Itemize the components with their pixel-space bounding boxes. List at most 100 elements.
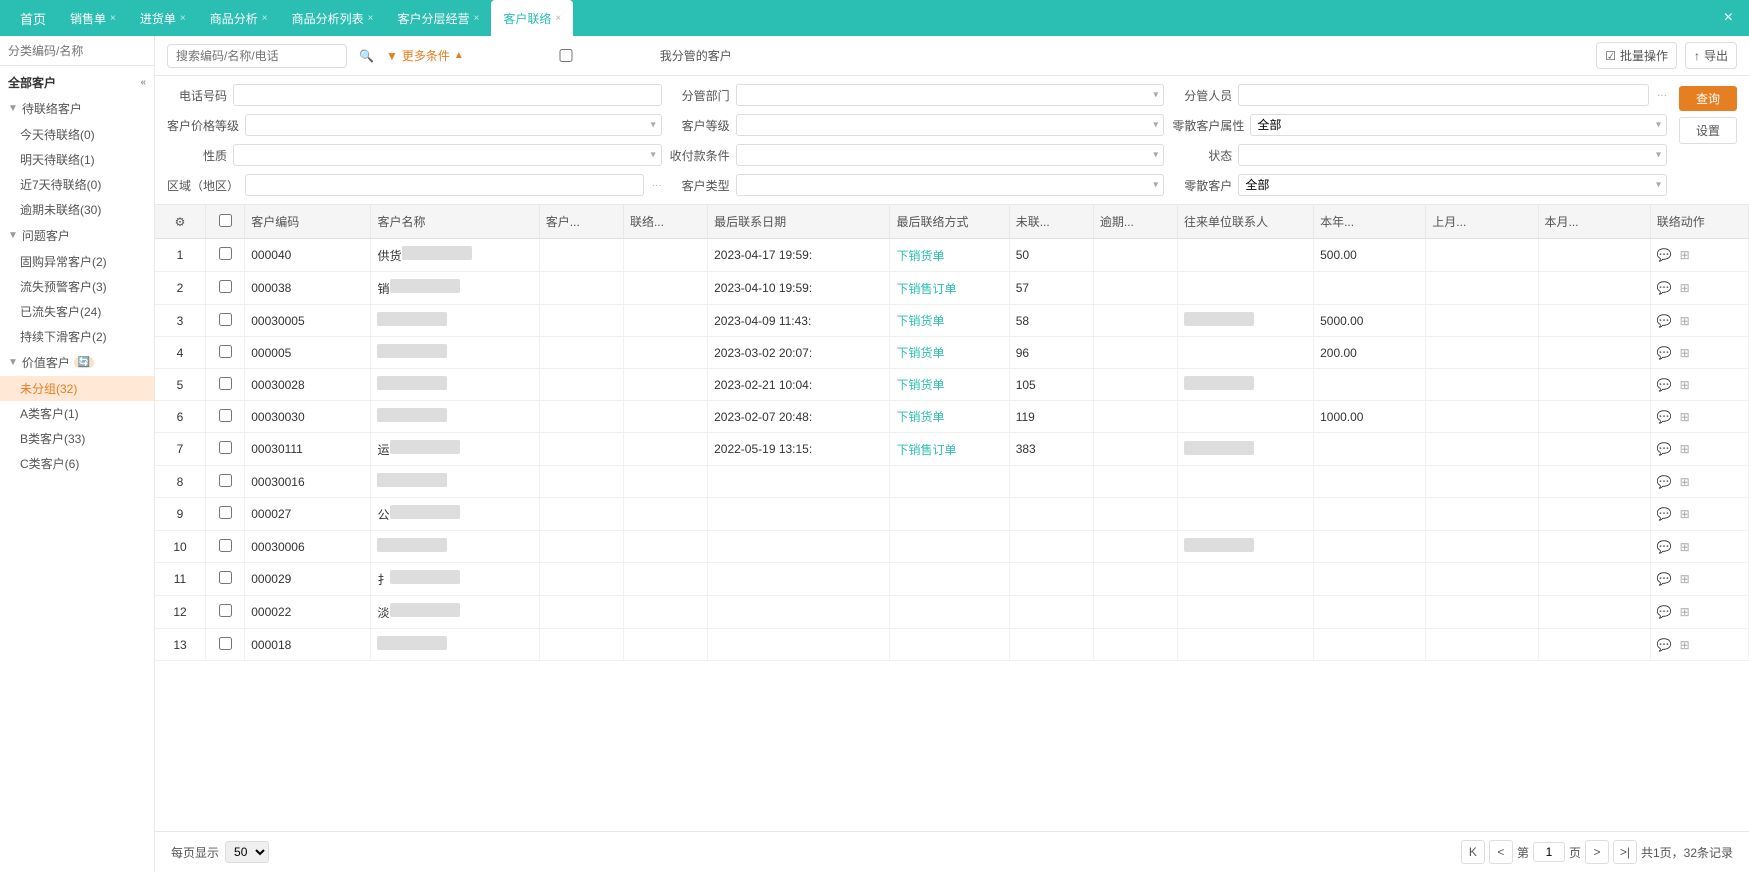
contact-method-link[interactable]: 下销货单: [896, 410, 944, 424]
home-tab[interactable]: 首页: [8, 0, 58, 36]
prev-page-btn[interactable]: <: [1489, 840, 1513, 864]
message-icon[interactable]: 💬: [1657, 475, 1672, 489]
next-page-btn[interactable]: >: [1585, 840, 1609, 864]
grid-icon[interactable]: ⊞: [1680, 346, 1690, 360]
grid-icon[interactable]: ⊞: [1680, 507, 1690, 521]
sidebar-item-group-c[interactable]: C类客户(6): [0, 451, 154, 476]
sidebar-group-problem[interactable]: ▼ 问题客户: [0, 222, 154, 249]
sidebar-item-loss-warning[interactable]: 流失预警客户(3): [0, 274, 154, 299]
region-more-icon[interactable]: ···: [652, 180, 662, 191]
payment-select[interactable]: [736, 144, 1165, 166]
price-grade-select[interactable]: [245, 114, 662, 136]
tab-analysis-close[interactable]: ×: [262, 13, 268, 24]
page-number-input[interactable]: [1533, 842, 1565, 862]
batch-op-btn[interactable]: ☑ 批量操作: [1596, 42, 1677, 69]
gear-icon[interactable]: ⚙: [175, 215, 186, 229]
gender-select[interactable]: [233, 144, 662, 166]
row-checkbox[interactable]: [219, 637, 232, 650]
row-checkbox[interactable]: [219, 345, 232, 358]
row-checkbox[interactable]: [219, 441, 232, 454]
sidebar-item-group-a[interactable]: A类客户(1): [0, 401, 154, 426]
customer-type-select[interactable]: [736, 174, 1165, 196]
select-all-checkbox[interactable]: [219, 214, 232, 227]
first-page-btn[interactable]: K: [1461, 840, 1485, 864]
tab-sales-close[interactable]: ×: [110, 13, 116, 24]
grid-icon[interactable]: ⊞: [1680, 605, 1690, 619]
message-icon[interactable]: 💬: [1657, 378, 1672, 392]
sidebar-item-overdue[interactable]: 逾期未联络(30): [0, 197, 154, 222]
sidebar-collapse-icon[interactable]: «: [140, 77, 146, 88]
sidebar-group-value[interactable]: ▼ 价值客户 🔄: [0, 349, 154, 376]
all-customers-header[interactable]: 全部客户 «: [0, 66, 154, 95]
contact-method-link[interactable]: 下销货单: [896, 378, 944, 392]
row-checkbox[interactable]: [219, 506, 232, 519]
customer-grade-select[interactable]: [736, 114, 1165, 136]
sidebar-item-tomorrow[interactable]: 明天待联络(1): [0, 147, 154, 172]
message-icon[interactable]: 💬: [1657, 248, 1672, 262]
contact-method-link[interactable]: 下销货单: [896, 346, 944, 360]
tab-sales[interactable]: 销售单 ×: [58, 0, 128, 36]
contact-method-link[interactable]: 下销货单: [896, 249, 944, 263]
last-page-btn[interactable]: >|: [1613, 840, 1637, 864]
row-checkbox[interactable]: [219, 409, 232, 422]
status-select[interactable]: [1238, 144, 1667, 166]
tab-analysis-list-close[interactable]: ×: [368, 13, 374, 24]
sidebar-item-declining[interactable]: 持续下滑客户(2): [0, 324, 154, 349]
page-size-select[interactable]: 50: [225, 841, 269, 863]
row-checkbox[interactable]: [219, 377, 232, 390]
grid-icon[interactable]: ⊞: [1680, 410, 1690, 424]
grid-icon[interactable]: ⊞: [1680, 248, 1690, 262]
tab-customer-segment[interactable]: 客户分层经营 ×: [385, 0, 491, 36]
grid-icon[interactable]: ⊞: [1680, 378, 1690, 392]
staff-input[interactable]: [1238, 84, 1649, 106]
message-icon[interactable]: 💬: [1657, 540, 1672, 554]
message-icon[interactable]: 💬: [1657, 410, 1672, 424]
tab-purchase[interactable]: 进货单 ×: [128, 0, 198, 36]
search-bar-icon[interactable]: 🔍: [359, 49, 374, 63]
export-btn[interactable]: ↑ 导出: [1685, 42, 1737, 69]
region-input[interactable]: [245, 174, 644, 196]
contact-method-link[interactable]: 下销货单: [896, 314, 944, 328]
query-button[interactable]: 查询: [1679, 86, 1737, 111]
more-conditions-btn[interactable]: ▼ 更多条件 ▲: [386, 47, 464, 64]
grid-icon[interactable]: ⊞: [1680, 314, 1690, 328]
search-input[interactable]: [167, 44, 347, 68]
grid-icon[interactable]: ⊞: [1680, 442, 1690, 456]
row-checkbox[interactable]: [219, 539, 232, 552]
tab-customer-contact-close[interactable]: ×: [555, 13, 561, 24]
tab-purchase-close[interactable]: ×: [180, 13, 186, 24]
message-icon[interactable]: 💬: [1657, 605, 1672, 619]
grid-icon[interactable]: ⊞: [1680, 540, 1690, 554]
row-checkbox[interactable]: [219, 280, 232, 293]
sidebar-item-today[interactable]: 今天待联络(0): [0, 122, 154, 147]
grid-icon[interactable]: ⊞: [1680, 572, 1690, 586]
sidebar-item-week[interactable]: 近7天待联络(0): [0, 172, 154, 197]
message-icon[interactable]: 💬: [1657, 442, 1672, 456]
sidebar-item-abnormal[interactable]: 固购异常客户(2): [0, 249, 154, 274]
retail-attr-select[interactable]: 全部: [1250, 114, 1667, 136]
retail-customer-select[interactable]: 全部: [1238, 174, 1667, 196]
message-icon[interactable]: 💬: [1657, 572, 1672, 586]
tab-customer-segment-close[interactable]: ×: [473, 13, 479, 24]
grid-icon[interactable]: ⊞: [1680, 281, 1690, 295]
message-icon[interactable]: 💬: [1657, 281, 1672, 295]
message-icon[interactable]: 💬: [1657, 314, 1672, 328]
phone-input[interactable]: [233, 84, 662, 106]
dept-select[interactable]: [736, 84, 1165, 106]
sidebar-group-pending[interactable]: ▼ 待联络客户: [0, 95, 154, 122]
grid-icon[interactable]: ⊞: [1680, 475, 1690, 489]
tab-analysis-list[interactable]: 商品分析列表 ×: [280, 0, 386, 36]
sidebar-item-ungroup[interactable]: 未分组(32): [0, 376, 154, 401]
sidebar-search-input[interactable]: [8, 44, 155, 58]
message-icon[interactable]: 💬: [1657, 638, 1672, 652]
row-checkbox[interactable]: [219, 474, 232, 487]
message-icon[interactable]: 💬: [1657, 346, 1672, 360]
nav-close-button[interactable]: ×: [1716, 9, 1741, 27]
contact-method-link[interactable]: 下销售订单: [896, 282, 956, 296]
tab-analysis[interactable]: 商品分析 ×: [198, 0, 280, 36]
my-customers-checkbox[interactable]: [476, 49, 656, 62]
sidebar-item-lost[interactable]: 已流失客户(24): [0, 299, 154, 324]
tab-customer-contact[interactable]: 客户联络 ×: [491, 0, 573, 36]
row-checkbox[interactable]: [219, 313, 232, 326]
reset-button[interactable]: 设置: [1679, 117, 1737, 144]
